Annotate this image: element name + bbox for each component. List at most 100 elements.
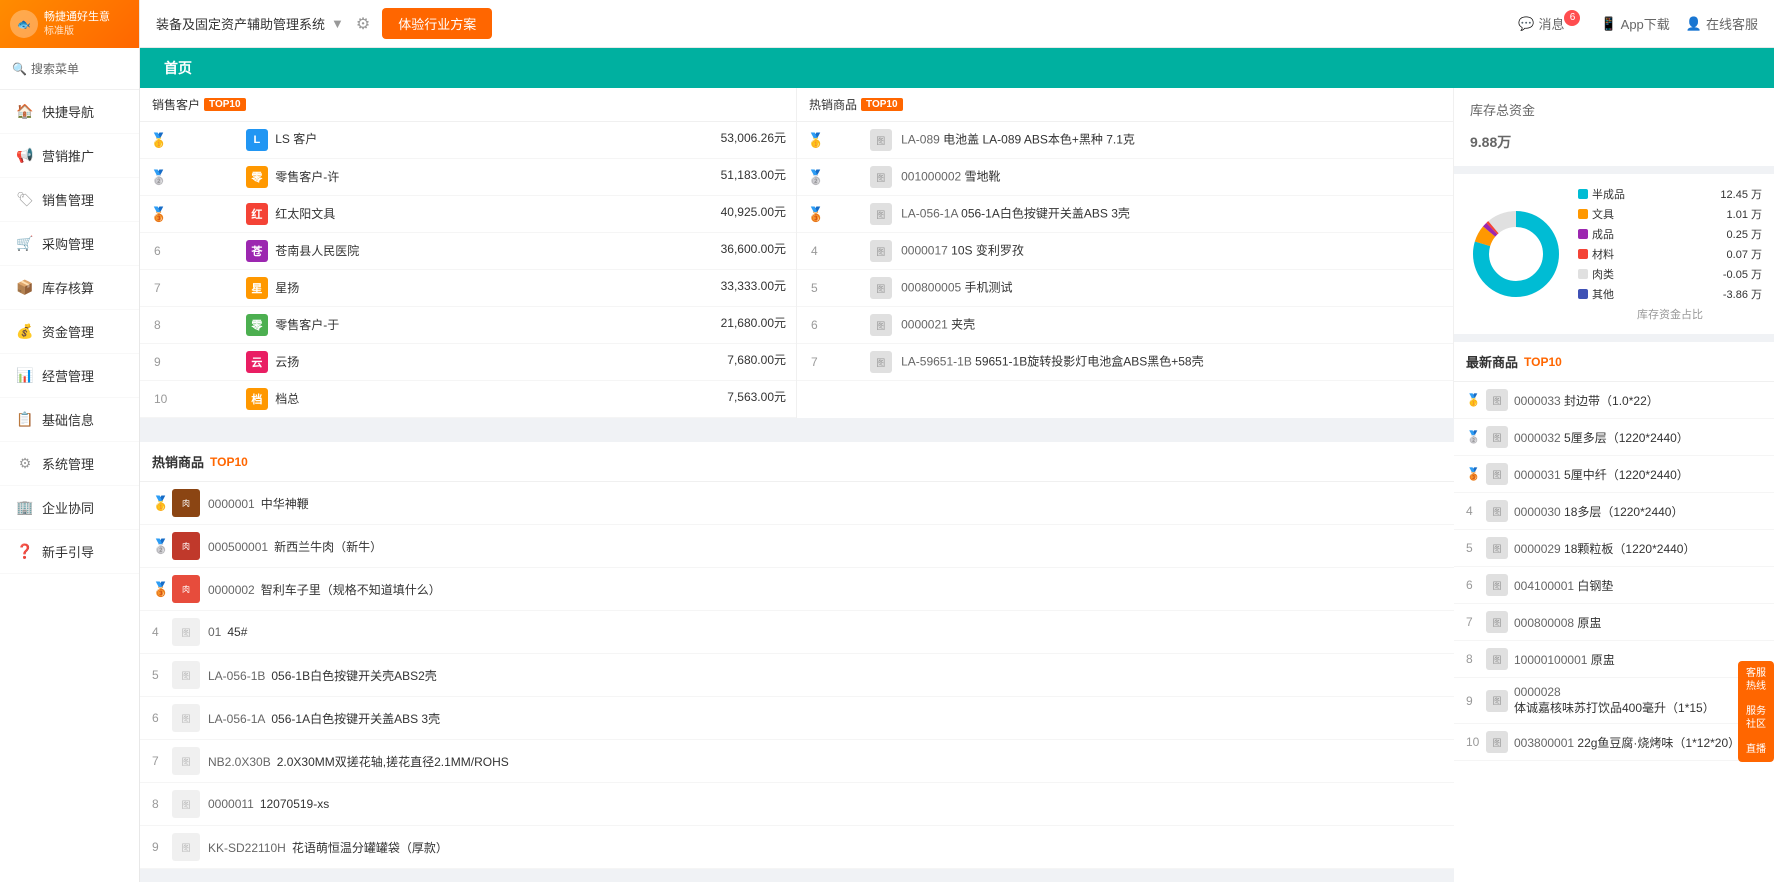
legend-color <box>1578 209 1588 219</box>
table-row: 🥇 图 LA-089 电池盖 LA-089 ABS本色+黑种 7.1克 <box>797 122 1453 159</box>
system-name: 装备及固定资产辅助管理系统 ▼ <box>156 14 344 33</box>
hot-row: 7 图 NB2.0X30B2.0X30MM双搓花轴,搓花直径2.1MM/ROHS <box>140 740 1454 783</box>
sidebar-item-sales[interactable]: 🏷 销售管理 <box>0 178 139 222</box>
sidebar-item-basic[interactable]: 📋 基础信息 <box>0 398 139 442</box>
hot-row: 🥇 肉 0000001中华神鞭 <box>140 482 1454 525</box>
hot-row: 9 图 KK-SD22110H花语萌恒温分罐罐袋（厚款） <box>140 826 1454 869</box>
stock-title: 库存总资金 <box>1470 100 1758 119</box>
table-row: 8 零 零售客户-于 21,680.00元 <box>140 307 796 344</box>
hot-products-header: 热销商品 TOP10 <box>140 442 1454 482</box>
product-img: 图 <box>1486 500 1508 522</box>
sidebar-item-purchase[interactable]: 🛒 采购管理 <box>0 222 139 266</box>
medal-icon: 🥈 <box>1466 430 1486 444</box>
product-thumbnail: 肉 <box>172 532 200 560</box>
page-header: 首页 <box>140 48 1774 88</box>
product-row: 🥉 图 0000031 5厘中纤（1220*2440） <box>1454 456 1774 493</box>
table-row: 7 星 星扬 33,333.00元 <box>140 270 796 307</box>
table-row: 6 图 0000021 夹壳 <box>797 307 1453 344</box>
hot-row: 4 图 0145# <box>140 611 1454 654</box>
hot-row: 8 图 000001112070519-xs <box>140 783 1454 826</box>
customer-service-btn[interactable]: 客服 热线 <box>1738 661 1774 699</box>
settings-icon[interactable]: ⚙ <box>356 14 370 34</box>
product-img: 图 <box>870 314 892 336</box>
product-img: 图 <box>1486 463 1508 485</box>
product-section-header: 热销商品 TOP10 <box>797 88 1453 122</box>
sidebar-item-finance[interactable]: 💰 资金管理 <box>0 310 139 354</box>
sidebar-item-guide[interactable]: ❓ 新手引导 <box>0 530 139 574</box>
medal-icon: 🥇 <box>152 495 172 512</box>
chart-area: 半成品 12.45 万 文具 1.01 万 <box>1454 174 1774 334</box>
product-img: 图 <box>870 203 892 225</box>
product-rank-table: 🥇 图 LA-089 电池盖 LA-089 ABS本色+黑种 7.1克 🥈 图 <box>797 122 1453 381</box>
medal-icon: 🥉 <box>807 206 824 222</box>
product-img: 图 <box>1486 731 1508 753</box>
sidebar-search[interactable]: 🔍 搜索菜单 <box>0 48 139 90</box>
marketing-icon: 📢 <box>16 147 34 165</box>
service-community-btn[interactable]: 服务 社区 <box>1738 699 1774 737</box>
avatar: L <box>246 129 268 151</box>
sidebar-item-enterprise[interactable]: 🏢 企业协同 <box>0 486 139 530</box>
sidebar-item-system[interactable]: ⚙ 系统管理 <box>0 442 139 486</box>
new-products-header: 最新商品 TOP10 <box>1454 342 1774 382</box>
sidebar-logo: 🐟 畅捷通好生意 标准版 <box>0 0 139 48</box>
product-row: 5 图 0000029 18颗粒板（1220*2440） <box>1454 530 1774 567</box>
stock-amount: 9.88万 <box>1470 123 1758 154</box>
table-row: 10 档 档总 7,563.00元 <box>140 381 796 418</box>
operation-icon: 📊 <box>16 367 34 385</box>
legend-item: 成品 0.25 万 <box>1578 226 1762 242</box>
product-thumbnail: 图 <box>172 833 200 861</box>
product-row: 🥈 图 0000032 5厘多层（1220*2440） <box>1454 419 1774 456</box>
sidebar-item-operation[interactable]: 📊 经营管理 <box>0 354 139 398</box>
home-icon: 🏠 <box>16 103 34 121</box>
sales-icon: 🏷 <box>16 191 34 209</box>
product-thumbnail: 图 <box>172 747 200 775</box>
table-row: 6 苍 苍南县人民医院 36,600.00元 <box>140 233 796 270</box>
message-btn[interactable]: 💬 消息 6 <box>1518 14 1584 33</box>
product-row: 6 图 004100001 白钢垫 <box>1454 567 1774 604</box>
avatar: 星 <box>246 277 268 299</box>
home-tab[interactable]: 首页 <box>156 58 200 78</box>
system-icon: ⚙ <box>16 455 34 473</box>
legend-item: 材料 0.07 万 <box>1578 246 1762 262</box>
message-icon: 💬 <box>1518 16 1534 32</box>
top-sections: 销售客户 TOP10 🥇 L LS 客户 53,006.26元 <box>140 88 1454 426</box>
chevron-down-icon[interactable]: ▼ <box>331 16 344 31</box>
product-img: 图 <box>870 166 892 188</box>
hot-row: 🥈 肉 000500001新西兰牛肉（新牛） <box>140 525 1454 568</box>
product-img: 图 <box>1486 537 1508 559</box>
sidebar-item-quick-nav[interactable]: 🏠 快捷导航 <box>0 90 139 134</box>
sidebar-item-marketing[interactable]: 📢 营销推广 <box>0 134 139 178</box>
hot-row: 🥉 肉 0000002智利车子里（规格不知道填什么） <box>140 568 1454 611</box>
logo-text: 畅捷通好生意 标准版 <box>44 10 110 37</box>
service-icon: 👤 <box>1686 16 1702 32</box>
product-row: 8 图 10000100001 原盅 <box>1454 641 1774 678</box>
product-row: 7 图 000800008 原盅 <box>1454 604 1774 641</box>
table-row: 🥈 零 零售客户-许 51,183.00元 <box>140 159 796 196</box>
product-img: 图 <box>1486 574 1508 596</box>
sidebar-nav: 🏠 快捷导航 📢 营销推广 🏷 销售管理 🛒 采购管理 📦 库存核算 💰 资金管… <box>0 90 139 882</box>
product-img: 图 <box>1486 389 1508 411</box>
table-row: 🥇 L LS 客户 53,006.26元 <box>140 122 796 159</box>
live-broadcast-btn[interactable]: 直播 <box>1738 737 1774 762</box>
product-img: 图 <box>870 351 892 373</box>
logo-icon: 🐟 <box>10 10 38 38</box>
online-service-btn[interactable]: 👤 在线客服 <box>1686 14 1758 33</box>
topbar: 装备及固定资产辅助管理系统 ▼ ⚙ 体验行业方案 💬 消息 6 📱 App下载 … <box>140 0 1774 48</box>
app-download-btn[interactable]: 📱 App下载 <box>1600 14 1669 33</box>
product-thumbnail: 肉 <box>172 489 200 517</box>
avatar: 云 <box>246 351 268 373</box>
chart-legend: 半成品 12.45 万 文具 1.01 万 <box>1578 186 1762 322</box>
experience-btn[interactable]: 体验行业方案 <box>382 8 492 39</box>
product-img: 图 <box>870 240 892 262</box>
table-row: 🥉 图 LA-056-1A 056-1A白色按键开关盖ABS 3壳 <box>797 196 1453 233</box>
medal-icon: 🥈 <box>807 169 824 185</box>
customer-rank-table: 🥇 L LS 客户 53,006.26元 🥈 零 零售客户-许 51,183.0… <box>140 122 796 418</box>
left-panel: 销售客户 TOP10 🥇 L LS 客户 53,006.26元 <box>140 88 1454 882</box>
product-thumbnail: 图 <box>172 618 200 646</box>
hot-row: 5 图 LA-056-1B056-1B白色按键开关壳ABS2壳 <box>140 654 1454 697</box>
sidebar-item-stock[interactable]: 📦 库存核算 <box>0 266 139 310</box>
topbar-right: 💬 消息 6 📱 App下载 👤 在线客服 <box>1518 14 1758 33</box>
right-panel: 库存总资金 9.88万 <box>1454 88 1774 882</box>
main-area: 装备及固定资产辅助管理系统 ▼ ⚙ 体验行业方案 💬 消息 6 📱 App下载 … <box>140 0 1774 882</box>
medal-icon: 🥈 <box>150 169 167 185</box>
